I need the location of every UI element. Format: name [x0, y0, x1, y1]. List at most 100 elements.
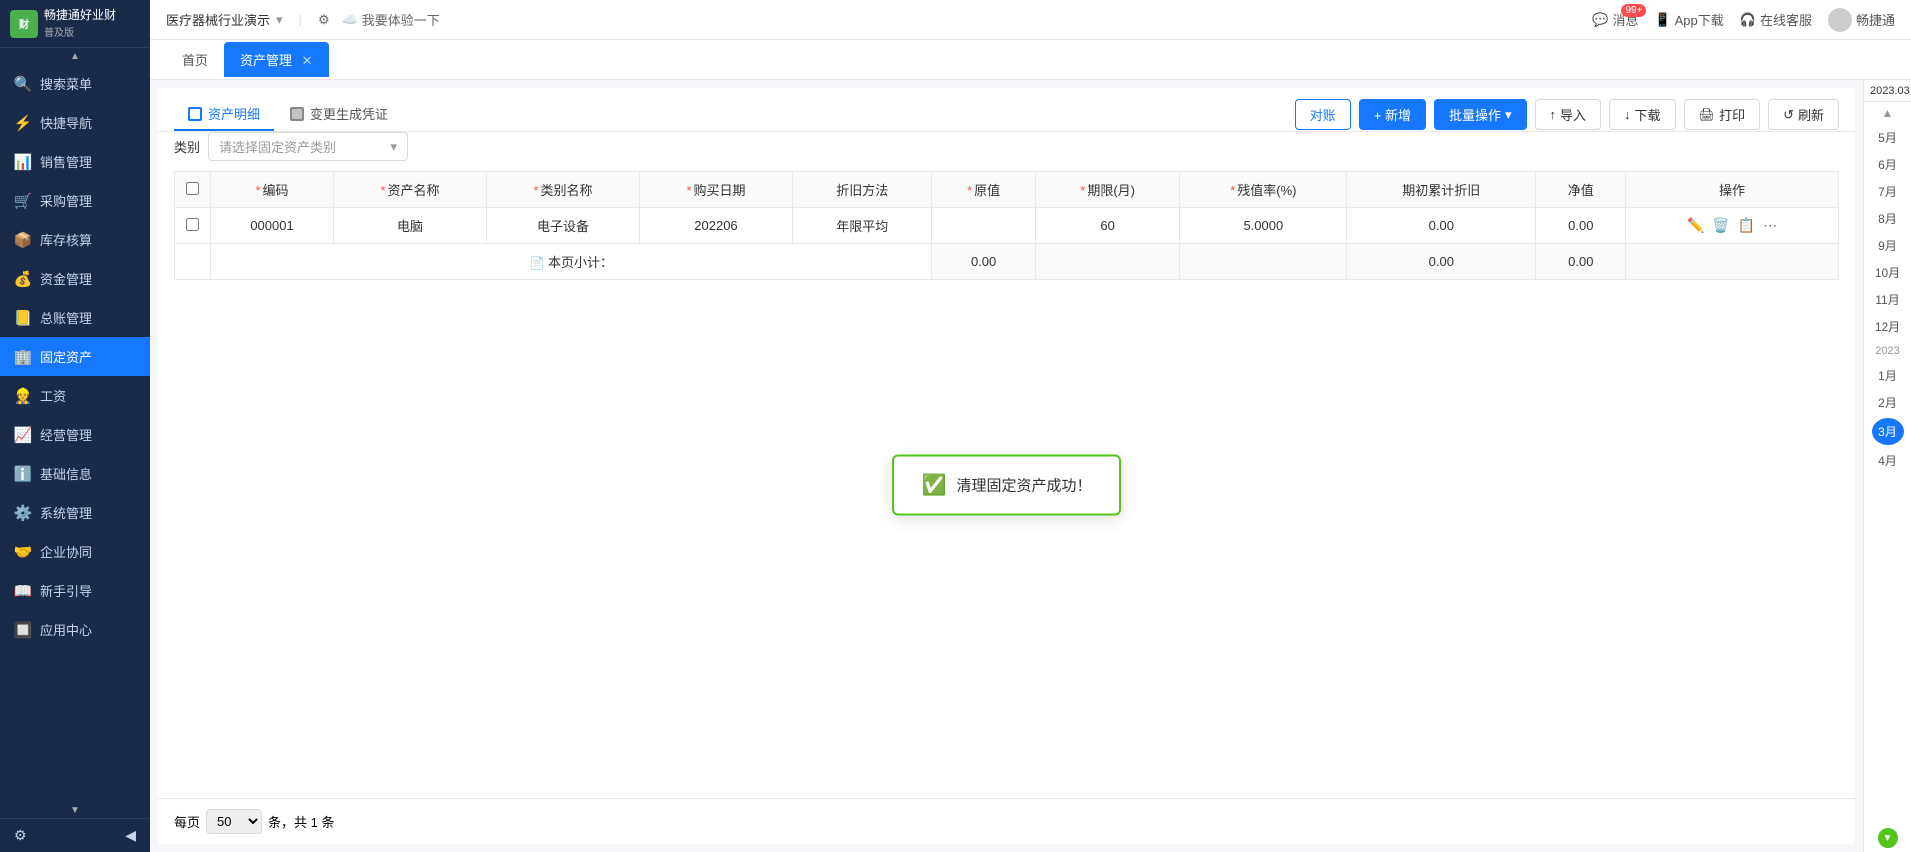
message-button[interactable]: 💬 消息 99+	[1592, 10, 1638, 29]
sidebar-label-cooperation: 企业协同	[40, 542, 92, 561]
month-item-7[interactable]: 7月	[1864, 178, 1911, 205]
sidebar-item-operations[interactable]: 📈 经营管理	[0, 415, 150, 454]
header-initial-accum: 期初累计折旧	[1347, 172, 1536, 208]
service-icon: 🎧	[1740, 12, 1756, 28]
settings-icon[interactable]: ⚙	[14, 827, 27, 844]
month-item-10[interactable]: 10月	[1864, 259, 1911, 286]
batch-dropdown-icon: ▾	[1505, 107, 1512, 123]
batch-button[interactable]: 批量操作 ▾	[1434, 99, 1527, 130]
right-panel-header: 2023.03 ✕ ⤢	[1864, 80, 1911, 102]
search-icon: 🔍	[14, 75, 32, 93]
company-selector[interactable]: 医疗器械行业演示 ▾	[166, 10, 283, 29]
copy-icon[interactable]: 📋	[1738, 217, 1755, 234]
sub-tabs: 资产明细 变更生成凭证 对账 + 新增 批量操作 ▾	[158, 88, 1855, 132]
sidebar-item-ledger[interactable]: 📒 总账管理	[0, 298, 150, 337]
refresh-icon: ↺	[1783, 107, 1794, 123]
header-residual-rate: *残值率(%)	[1180, 172, 1347, 208]
subtotal-initial: 0.00	[1347, 244, 1536, 280]
month-item-6[interactable]: 6月	[1864, 151, 1911, 178]
month-item-5[interactable]: 5月	[1864, 124, 1911, 151]
message-badge: 99+	[1621, 4, 1646, 17]
edit-icon[interactable]: ✏️	[1687, 217, 1704, 234]
sidebar-label-operations: 经营管理	[40, 425, 92, 444]
sidebar-item-search[interactable]: 🔍 搜索菜单	[0, 64, 150, 103]
month-list: 5月 6月 7月 8月 9月 10月 11月 12月 2023 1月 2月 3月…	[1864, 124, 1911, 824]
month-item-9[interactable]: 9月	[1864, 232, 1911, 259]
header-code: *编码	[211, 172, 334, 208]
sidebar-item-finance[interactable]: 💰 资金管理	[0, 259, 150, 298]
tab-close-icon[interactable]: ✕	[302, 53, 313, 68]
sidebar-scroll-up[interactable]: ▲	[0, 48, 150, 64]
subtotal-empty-3	[1626, 244, 1839, 280]
month-item-3-active[interactable]: 3月	[1872, 418, 1904, 445]
user-menu[interactable]: 畅捷通	[1828, 8, 1895, 32]
filter-select[interactable]: 请选择固定资产类别 ▾	[208, 132, 408, 161]
sidebar-item-wage[interactable]: 👷 工资	[0, 376, 150, 415]
row-purchase-date: 202206	[639, 208, 792, 244]
sidebar-item-fixed-assets[interactable]: 🏢 固定资产	[0, 337, 150, 376]
app-version: 普及版	[44, 24, 116, 39]
settings-gear-icon[interactable]: ⚙	[318, 12, 330, 28]
download-button[interactable]: ↓ 下载	[1609, 99, 1676, 130]
content-area: 资产明细 变更生成凭证 对账 + 新增 批量操作 ▾	[150, 80, 1911, 852]
sub-tab-change-voucher[interactable]: 变更生成凭证	[276, 98, 402, 131]
sidebar-item-basic-info[interactable]: ℹ️ 基础信息	[0, 454, 150, 493]
sidebar-logo: 财 畅捷通好业财 普及版	[0, 0, 150, 48]
month-item-12[interactable]: 12月	[1864, 313, 1911, 340]
add-button[interactable]: + 新增	[1359, 99, 1426, 130]
subtotal-empty-0	[175, 244, 211, 280]
online-service-button[interactable]: 🎧 在线客服	[1740, 10, 1812, 29]
sidebar-label-search: 搜索菜单	[40, 74, 92, 93]
sidebar-item-system[interactable]: ⚙️ 系统管理	[0, 493, 150, 532]
app-logo-text: 畅捷通好业财 普及版	[44, 8, 116, 39]
month-scroll-up[interactable]: ▲	[1864, 102, 1911, 124]
basic-info-icon: ℹ️	[14, 465, 32, 483]
sidebar-label-inventory: 库存核算	[40, 230, 92, 249]
toast-message: 清理固定资产成功！	[956, 474, 1091, 495]
sidebar-label-ledger: 总账管理	[40, 308, 92, 327]
tabbar: 首页 资产管理 ✕	[150, 40, 1911, 80]
sub-tab-asset-detail[interactable]: 资产明细	[174, 98, 274, 131]
import-button[interactable]: ↑ 导入	[1535, 99, 1602, 130]
delete-icon[interactable]: 🗑️	[1712, 217, 1729, 234]
month-item-2[interactable]: 2月	[1864, 389, 1911, 416]
topbar-right: 💬 消息 99+ 📱 App下载 🎧 在线客服 畅捷通	[1592, 8, 1895, 32]
tab-asset-mgmt[interactable]: 资产管理 ✕	[224, 42, 329, 77]
sidebar-scroll-down[interactable]: ▼	[0, 802, 150, 818]
month-scroll-down[interactable]: ▼	[1864, 824, 1911, 852]
header-category: *类别名称	[487, 172, 640, 208]
reconcile-button[interactable]: 对账	[1295, 99, 1351, 130]
more-icon[interactable]: ⋯	[1763, 217, 1777, 234]
month-item-1[interactable]: 1月	[1864, 362, 1911, 389]
app-logo-icon: 财	[10, 10, 38, 38]
sidebar-item-quick-nav[interactable]: ⚡ 快捷导航	[0, 103, 150, 142]
refresh-button[interactable]: ↺ 刷新	[1768, 99, 1839, 130]
collapse-icon[interactable]: ◀	[125, 827, 136, 844]
per-page-select[interactable]: 50 100 200	[206, 809, 262, 834]
right-panel: 2023.03 ✕ ⤢ ▲ 5月 6月 7月 8月 9月 10月 11月 12月…	[1863, 80, 1911, 852]
row-checkbox[interactable]	[186, 218, 199, 231]
select-all-checkbox[interactable]	[186, 182, 199, 195]
sidebar-label-quick-nav: 快捷导航	[40, 113, 92, 132]
subtotal-label-cell: 📄 本页小计：	[211, 244, 932, 280]
print-button[interactable]: 🖨 打印	[1684, 99, 1761, 130]
header-purchase-date: *购买日期	[639, 172, 792, 208]
subtotal-row: 📄 本页小计： 0.00 0.00 0.00	[175, 244, 1839, 280]
sidebar-item-sales[interactable]: 📊 销售管理	[0, 142, 150, 181]
tab-home[interactable]: 首页	[166, 42, 224, 77]
sidebar-item-app-center[interactable]: 🔲 应用中心	[0, 610, 150, 649]
month-item-4[interactable]: 4月	[1864, 447, 1911, 474]
asset-table: *编码 *资产名称 *类别名称 *购买日期 折旧方法 *原值 *期限(月) *残…	[174, 171, 1839, 280]
sidebar-item-purchase[interactable]: 🛒 采购管理	[0, 181, 150, 220]
print-icon: 🖨	[1699, 107, 1716, 123]
month-item-8[interactable]: 8月	[1864, 205, 1911, 232]
import-arrow-icon: ↑	[1550, 107, 1557, 122]
sub-tab-asset-detail-icon	[188, 107, 202, 121]
hint-area[interactable]: ☁️ 我要体验一下	[342, 10, 440, 29]
sidebar-item-cooperation[interactable]: 🤝 企业协同	[0, 532, 150, 571]
month-item-11[interactable]: 11月	[1864, 286, 1911, 313]
app-download-button[interactable]: 📱 App下载	[1654, 10, 1723, 29]
topbar: 医疗器械行业演示 ▾ | ⚙ ☁️ 我要体验一下 💬 消息 99+ 📱 App下…	[150, 0, 1911, 40]
sidebar-item-inventory[interactable]: 📦 库存核算	[0, 220, 150, 259]
sidebar-item-guide[interactable]: 📖 新手引导	[0, 571, 150, 610]
